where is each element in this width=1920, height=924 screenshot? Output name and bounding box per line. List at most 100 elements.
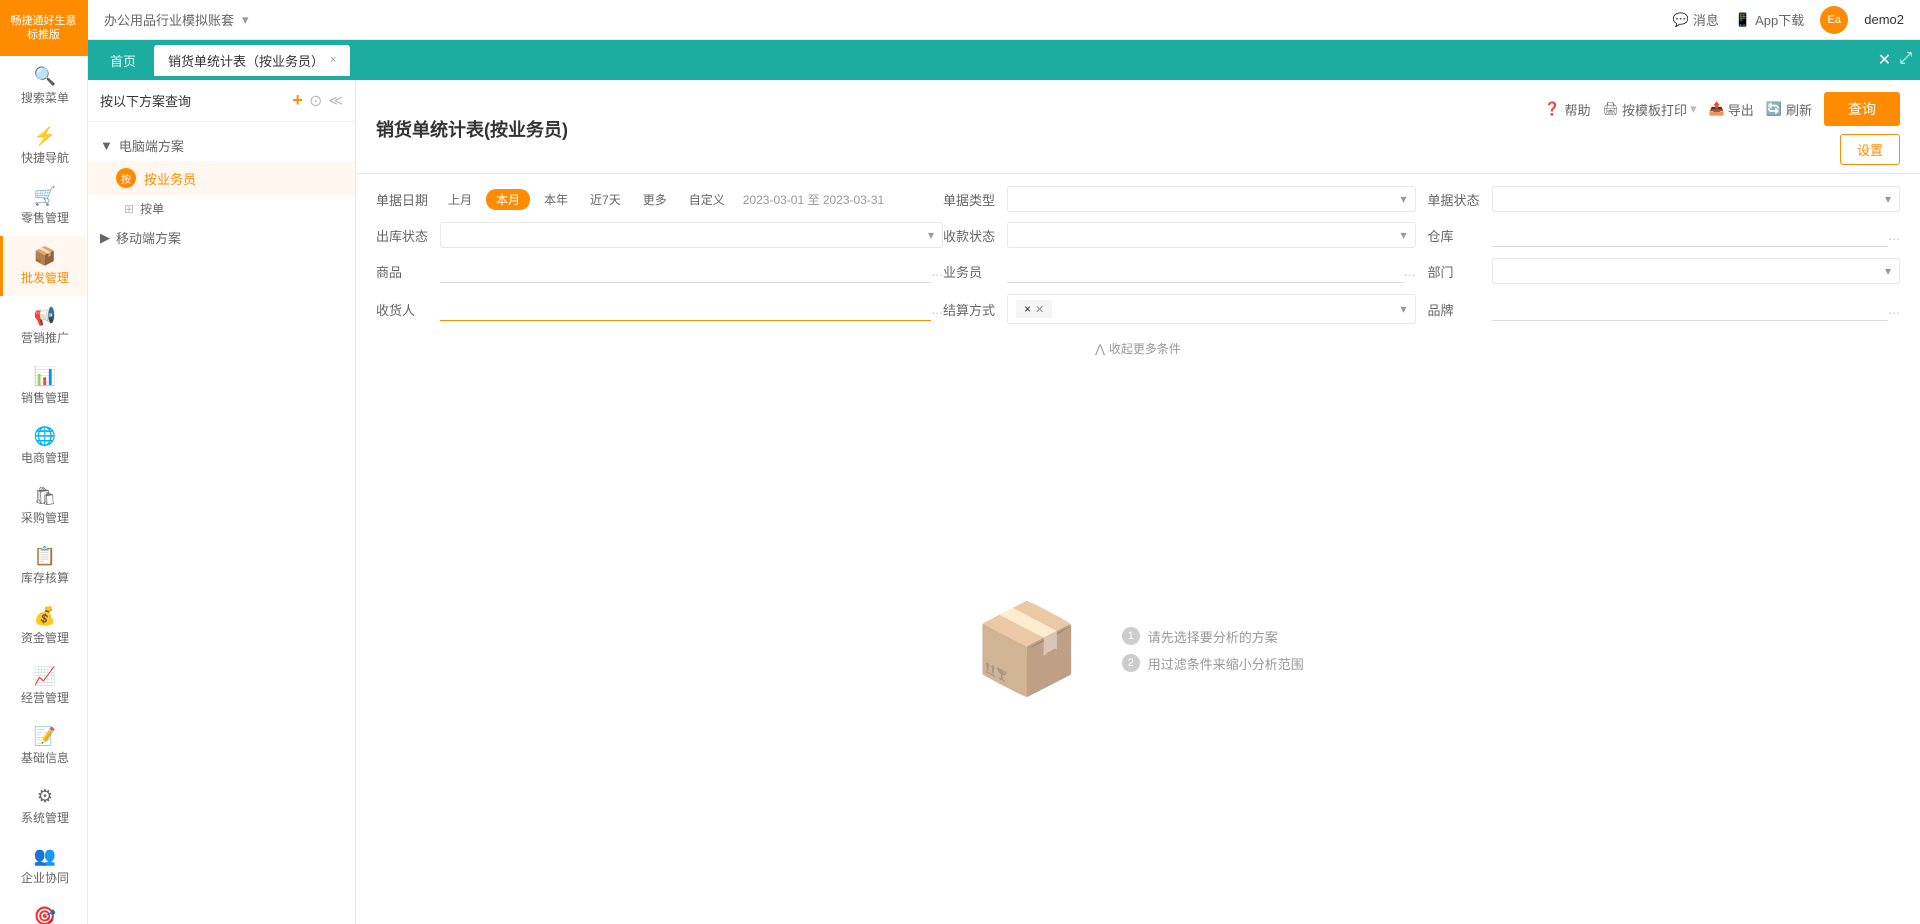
bill-status-select[interactable]: ▾ bbox=[1492, 186, 1901, 212]
warehouse-dots[interactable]: ... bbox=[1888, 227, 1900, 243]
date-filter-item: 单据日期 上月 本月 本年 近7天 更多 自定义 2023-03-01 至 20… bbox=[376, 188, 943, 211]
brand-dots[interactable]: ... bbox=[1888, 301, 1900, 317]
scheme-item-salesperson[interactable]: 按 按业务员 bbox=[88, 161, 355, 195]
mobile-scheme-group: ▶ 移动端方案 bbox=[88, 222, 355, 253]
recv-status-arrow: ▾ bbox=[1400, 228, 1406, 242]
sidebar-item-newbie[interactable]: 🎯 新手引导 bbox=[0, 896, 87, 924]
sidebar-purchase-label: 采购管理 bbox=[21, 509, 69, 526]
goods-dots[interactable]: ... bbox=[931, 263, 943, 279]
tab-close-icon[interactable]: × bbox=[330, 54, 336, 66]
out-status-arrow: ▾ bbox=[928, 228, 934, 242]
sales-icon: 📊 bbox=[34, 366, 56, 387]
sidebar-item-wholesale[interactable]: 📦 批发管理 bbox=[0, 236, 87, 296]
settings-button[interactable]: 设置 bbox=[1840, 134, 1900, 165]
sidebar-item-inventory[interactable]: 📋 库存核算 bbox=[0, 536, 87, 596]
settle-method-label: 结算方式 bbox=[943, 300, 999, 319]
desktop-group-label: 电脑端方案 bbox=[119, 136, 184, 155]
collab-icon: 👥 bbox=[34, 846, 56, 867]
refresh-icon: 🔄 bbox=[1766, 101, 1782, 117]
add-scheme-icon[interactable]: + bbox=[292, 90, 303, 111]
sidebar-item-purchase[interactable]: 🛍 采购管理 bbox=[0, 476, 87, 536]
date-7days[interactable]: 近7天 bbox=[582, 188, 629, 211]
sidebar-business-label: 经营管理 bbox=[21, 689, 69, 706]
bill-status-arrow: ▾ bbox=[1885, 192, 1891, 206]
empty-visual: 📦 1 请先选择要分析的方案 2 用过滤条件来缩小分析范围 bbox=[972, 598, 1304, 701]
mobile-group-header[interactable]: ▶ 移动端方案 bbox=[88, 222, 355, 253]
refresh-button[interactable]: 🔄 刷新 bbox=[1766, 100, 1812, 119]
sidebar-item-sales[interactable]: 📊 销售管理 bbox=[0, 356, 87, 416]
sidebar-item-business[interactable]: 📈 经营管理 bbox=[0, 656, 87, 716]
bill-type-select[interactable]: ▾ bbox=[1007, 186, 1416, 212]
sidebar-item-system[interactable]: ⚙ 系统管理 bbox=[0, 776, 87, 836]
out-status-select[interactable]: ▾ bbox=[440, 222, 943, 248]
close-window-icon[interactable]: ✕ bbox=[1878, 50, 1891, 70]
hint2-num: 2 bbox=[1122, 654, 1140, 672]
message-button[interactable]: 💬 消息 bbox=[1673, 10, 1719, 29]
sidebar-retail-label: 零售管理 bbox=[21, 209, 69, 226]
goods-label: 商品 bbox=[376, 262, 432, 281]
brand-item: 品牌 ... bbox=[1428, 297, 1901, 321]
department-select[interactable]: ▾ bbox=[1492, 258, 1901, 284]
salesperson-input[interactable] bbox=[1007, 259, 1404, 283]
warehouse-input[interactable] bbox=[1492, 223, 1889, 247]
top-action-row: ❓ 帮助 🖨 按模板打印 ▾ 📤 导出 bbox=[1544, 92, 1900, 126]
date-range-display: 2023-03-01 至 2023-03-31 bbox=[743, 191, 884, 208]
hint2-text: 用过滤条件来缩小分析范围 bbox=[1148, 654, 1304, 673]
tab-home[interactable]: 首页 bbox=[96, 45, 150, 76]
finance-icon: 💰 bbox=[34, 606, 56, 627]
header-right-actions: 💬 消息 📱 App下载 Ea demo2 bbox=[1673, 6, 1904, 34]
date-this-year[interactable]: 本年 bbox=[536, 188, 576, 211]
sidebar-quick-nav[interactable]: ⚡ 快捷导航 bbox=[0, 116, 87, 176]
goods-input[interactable] bbox=[440, 259, 931, 283]
sidebar-item-ecom[interactable]: 🌐 电商管理 bbox=[0, 416, 87, 476]
scheme-collapse-icon[interactable]: ≪ bbox=[328, 92, 343, 109]
settle-method-clear[interactable]: ✕ bbox=[1035, 303, 1044, 316]
top-header: 办公用品行业模拟账套 ▾ 💬 消息 📱 App下载 Ea demo2 bbox=[88, 0, 1920, 40]
sidebar-item-basic[interactable]: 📝 基础信息 bbox=[0, 716, 87, 776]
message-label: 消息 bbox=[1693, 10, 1719, 29]
message-icon: 💬 bbox=[1673, 12, 1689, 28]
date-this-month[interactable]: 本月 bbox=[486, 189, 530, 210]
recv-status-select[interactable]: ▾ bbox=[1007, 222, 1416, 248]
tab-sales-stat[interactable]: 销货单统计表（按业务员） × bbox=[154, 45, 350, 76]
recv-person-input[interactable] bbox=[440, 297, 931, 321]
print-button[interactable]: 🖨 按模板打印 ▾ bbox=[1603, 100, 1697, 119]
scheme-settings-icon[interactable]: ⊙ bbox=[309, 91, 322, 111]
workspace-dropdown-icon[interactable]: ▾ bbox=[242, 12, 249, 28]
date-custom[interactable]: 自定义 bbox=[681, 188, 733, 211]
sidebar-item-marketing[interactable]: 📢 营销推广 bbox=[0, 296, 87, 356]
app-download-button[interactable]: 📱 App下载 bbox=[1735, 10, 1804, 29]
desktop-group-header[interactable]: ▼ 电脑端方案 bbox=[88, 130, 355, 161]
logo: 畅捷通好生意 标推版 bbox=[0, 0, 88, 56]
sidebar-search[interactable]: 🔍 搜索菜单 bbox=[0, 56, 87, 116]
help-button[interactable]: ❓ 帮助 bbox=[1544, 100, 1590, 119]
export-button[interactable]: 📤 导出 bbox=[1709, 100, 1754, 119]
scheme-salesperson-label: 按业务员 bbox=[144, 169, 196, 188]
user-avatar[interactable]: Ea bbox=[1820, 6, 1848, 34]
brand-input[interactable] bbox=[1492, 297, 1889, 321]
hint1-text: 请先选择要分析的方案 bbox=[1148, 627, 1278, 646]
settings-row: 设置 bbox=[1544, 130, 1900, 165]
sidebar-item-collab[interactable]: 👥 企业协同 bbox=[0, 836, 87, 896]
sidebar-item-retail[interactable]: 🛒 零售管理 bbox=[0, 176, 87, 236]
bill-status-label: 单据状态 bbox=[1428, 190, 1484, 209]
salesperson-dots[interactable]: ... bbox=[1404, 263, 1416, 279]
tab-window-controls: ✕ ⤢ bbox=[1878, 50, 1912, 70]
bill-type-item: 单据类型 ▾ bbox=[943, 186, 1416, 212]
basic-icon: 📝 bbox=[34, 726, 56, 747]
avatar-text: Ea bbox=[1828, 14, 1841, 26]
date-more[interactable]: 更多 bbox=[635, 188, 675, 211]
workspace-info: 办公用品行业模拟账套 ▾ bbox=[104, 10, 249, 29]
department-label: 部门 bbox=[1428, 262, 1484, 281]
settle-method-select[interactable]: × ✕ ▾ bbox=[1007, 294, 1416, 324]
date-last-month[interactable]: 上月 bbox=[440, 188, 480, 211]
query-button[interactable]: 查询 bbox=[1824, 92, 1900, 126]
sidebar-item-finance[interactable]: 💰 资金管理 bbox=[0, 596, 87, 656]
scheme-list: ▼ 电脑端方案 按 按业务员 ⊞ 按单 bbox=[88, 122, 355, 261]
maximize-icon[interactable]: ⤢ bbox=[1899, 50, 1912, 70]
print-dropdown-icon[interactable]: ▾ bbox=[1690, 101, 1697, 117]
recv-person-dots[interactable]: ... bbox=[931, 301, 943, 317]
sub-scheme-item[interactable]: ⊞ 按单 bbox=[88, 195, 355, 222]
collapse-button[interactable]: ⋀ 收起更多条件 bbox=[376, 334, 1900, 363]
tab-bar: 首页 销货单统计表（按业务员） × ✕ ⤢ bbox=[88, 40, 1920, 80]
